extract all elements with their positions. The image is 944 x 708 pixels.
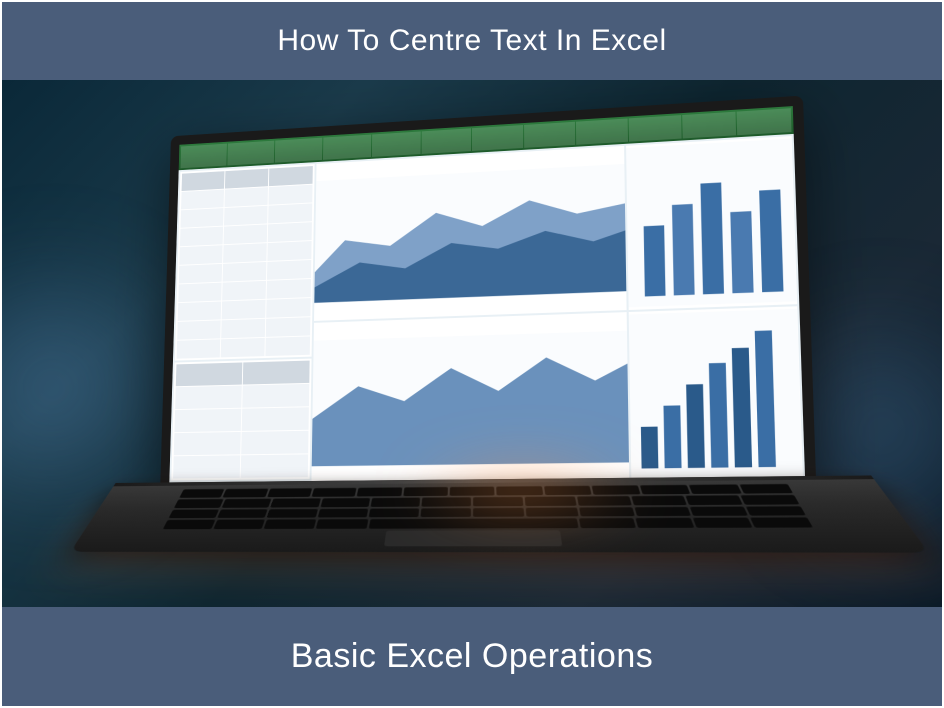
area-chart-2 — [311, 311, 629, 482]
laptop-screen — [169, 106, 805, 482]
footer-bar: Basic Excel Operations — [2, 607, 942, 706]
data-panel — [171, 164, 314, 480]
area-chart — [314, 145, 627, 320]
spreadsheet-table — [175, 164, 315, 360]
hero-image — [2, 80, 942, 607]
footer-subtitle: Basic Excel Operations — [291, 637, 654, 675]
laptop-illustration — [112, 92, 876, 595]
laptop-keyboard — [163, 483, 813, 528]
spreadsheet-table-2 — [171, 358, 311, 480]
laptop-screen-bezel — [160, 95, 816, 492]
header-title: How To Centre Text In Excel — [277, 24, 666, 57]
tutorial-card: How To Centre Text In Excel — [0, 0, 944, 708]
header-bar: How To Centre Text In Excel — [2, 2, 942, 80]
laptop-base — [70, 475, 928, 552]
bar-chart-large — [629, 305, 803, 480]
charts-panel — [312, 136, 803, 479]
bar-chart-small — [626, 136, 797, 310]
laptop-trackpad — [384, 530, 562, 546]
excel-workspace — [169, 133, 805, 482]
